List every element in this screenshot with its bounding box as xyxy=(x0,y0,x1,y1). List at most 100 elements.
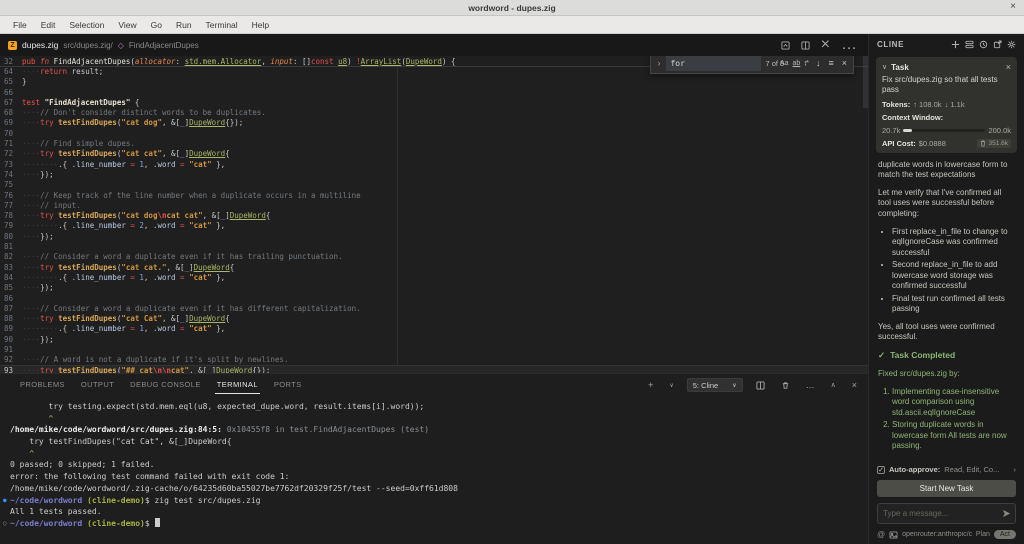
breadcrumb-symbol[interactable]: FindAdjacentDupes xyxy=(129,41,199,50)
cline-footer: ✓ Auto-approve: Read, Edit, Co... › Star… xyxy=(869,459,1024,544)
code-line[interactable]: 87 ····// Consider a word a duplicate eve… xyxy=(0,304,868,314)
breadcrumb-path[interactable]: src/dupes.zig/ xyxy=(63,41,112,50)
code-line[interactable]: 82 ····// Consider a word a duplicate eve… xyxy=(0,252,868,262)
code-line[interactable]: 77 ····// input. xyxy=(0,201,868,211)
menu-run[interactable]: Run xyxy=(169,18,199,32)
open-in-editor-icon[interactable] xyxy=(993,39,1002,49)
menu-help[interactable]: Help xyxy=(245,18,276,32)
code-line[interactable]: 85 ····}); xyxy=(0,283,868,293)
code-line[interactable]: 67 test "FindAdjacentDupes" { xyxy=(0,98,868,108)
find-input[interactable]: for xyxy=(666,56,762,71)
whole-word-icon[interactable]: ab xyxy=(793,60,801,67)
terminal-selector[interactable]: 5: Cline ∨ xyxy=(686,378,743,392)
code-line[interactable]: 88 ····try testFindDupes("cat Cat", &[_]D… xyxy=(0,314,868,324)
code-lines: 64 ····return result; 65} 66 67 test "FindAdj… xyxy=(0,67,868,373)
menu-edit[interactable]: Edit xyxy=(34,18,63,32)
task-collapse-icon[interactable]: ∨ xyxy=(882,63,887,71)
code-line[interactable]: 66 xyxy=(0,88,868,98)
auto-approve-value: Read, Edit, Co... xyxy=(944,465,1000,474)
editor-column: Z dupes.zig src/dupes.zig/ ◇ FindAdjacen… xyxy=(0,34,868,544)
close-editor-icon[interactable]: × xyxy=(818,36,833,54)
match-case-icon[interactable]: Aa xyxy=(780,60,789,67)
menu-go[interactable]: Go xyxy=(144,18,169,32)
terminal-output[interactable]: try testing.expect(std.mem.eql(u8, expec… xyxy=(0,396,868,544)
code-line[interactable]: 92 ····// A word is not a duplicate if it… xyxy=(0,355,868,365)
code-line[interactable]: 75 xyxy=(0,180,868,190)
chat-list: Implementing case-insensitive word compa… xyxy=(892,387,1015,452)
auto-approve-checkbox[interactable]: ✓ xyxy=(877,465,885,474)
add-image-icon[interactable] xyxy=(889,530,898,539)
auto-approve-row[interactable]: ✓ Auto-approve: Read, Edit, Co... › xyxy=(877,465,1016,474)
act-mode-toggle[interactable]: Act xyxy=(993,530,1016,539)
history-icon[interactable] xyxy=(979,40,988,49)
code-line[interactable]: 93 ····try testFindDupes("## cat\n\ncat",… xyxy=(0,364,868,373)
code-line[interactable]: 80 ····}); xyxy=(0,232,868,242)
kill-terminal-icon[interactable] xyxy=(778,381,793,390)
code-line[interactable]: 69 ····try testFindDupes("cat dog", &[_]D… xyxy=(0,118,868,128)
code-line[interactable]: 72 ····try testFindDupes("cat cat", &[_]D… xyxy=(0,149,868,159)
close-find-icon[interactable]: × xyxy=(840,58,849,68)
code-line[interactable]: 68 ····// Don't consider distinct words t… xyxy=(0,108,868,118)
code-line[interactable]: 74 ····}); xyxy=(0,170,868,180)
menu-view[interactable]: View xyxy=(111,18,143,32)
editor-scrollbar[interactable] xyxy=(863,56,868,108)
panel-tab-debug-console[interactable]: DEBUG CONSOLE xyxy=(128,376,203,394)
window-close-button[interactable]: × xyxy=(1010,1,1016,12)
menu-selection[interactable]: Selection xyxy=(62,18,111,32)
code-line[interactable]: 78 ····try testFindDupes("cat dog\ncat ca… xyxy=(0,211,868,221)
code-line[interactable]: 90 ····}); xyxy=(0,335,868,345)
code-line[interactable]: 70 xyxy=(0,129,868,139)
context-progress-bar xyxy=(903,128,986,132)
code-line[interactable]: 65} xyxy=(0,77,868,87)
close-task-icon[interactable]: × xyxy=(1006,62,1011,72)
regex-icon[interactable]: .* xyxy=(804,60,809,67)
settings-gear-icon[interactable] xyxy=(1007,40,1016,49)
send-message-icon[interactable] xyxy=(1002,509,1011,518)
open-changes-icon[interactable] xyxy=(778,40,793,50)
code-editor[interactable]: 32 pub fn FindAdjacentDupes(allocator: s… xyxy=(0,56,868,373)
next-match-icon[interactable]: ↓ xyxy=(814,58,823,68)
more-actions-icon[interactable]: … xyxy=(838,36,860,54)
find-in-selection-icon[interactable]: ≡ xyxy=(826,58,835,68)
message-input[interactable] xyxy=(877,503,1016,524)
code-line[interactable]: 76 ····// Keep track of the line number w… xyxy=(0,191,868,201)
code-line[interactable]: 81 xyxy=(0,242,868,252)
panel-tab-ports[interactable]: PORTS xyxy=(272,376,304,394)
code-line[interactable]: 91 xyxy=(0,345,868,355)
api-cost-label: API Cost: xyxy=(882,138,916,148)
new-task-icon[interactable] xyxy=(951,40,960,49)
terminal-profile-chevron-icon[interactable]: ∨ xyxy=(666,382,676,389)
close-panel-icon[interactable]: × xyxy=(849,380,860,390)
menu-terminal[interactable]: Terminal xyxy=(199,18,245,32)
tab-dupes-zig[interactable]: dupes.zig xyxy=(22,40,58,50)
panel-tab-terminal[interactable]: TERMINAL xyxy=(214,376,260,394)
split-terminal-icon[interactable] xyxy=(753,380,768,390)
start-new-task-button[interactable]: Start New Task xyxy=(877,480,1016,497)
code-line[interactable]: 79 ········.{ .line_number = 2, .word = "… xyxy=(0,221,868,231)
panel-tab-problems[interactable]: PROBLEMS xyxy=(18,376,67,394)
model-selector[interactable]: openrouter:anthropic/cl... xyxy=(902,531,972,538)
mention-icon[interactable]: @ xyxy=(877,530,885,539)
panel-more-icon[interactable]: … xyxy=(803,380,818,390)
plan-mode-toggle[interactable]: Plan xyxy=(976,531,990,538)
code-line[interactable]: 73 ········.{ .line_number = 1, .word = "… xyxy=(0,160,868,170)
new-terminal-icon[interactable]: + xyxy=(645,380,656,390)
code-line[interactable]: 83 ····try testFindDupes("cat cat.", &[_]… xyxy=(0,263,868,273)
delete-task-button[interactable]: 351.6k xyxy=(977,138,1011,148)
code-line[interactable]: 86 xyxy=(0,294,868,304)
code-line[interactable]: 71 ····// Find simple dupes. xyxy=(0,139,868,149)
symbol-method-icon: ◇ xyxy=(117,40,124,50)
chat-list: First replace_in_file to change to eqlIg… xyxy=(892,227,1015,315)
auto-approve-expand-icon[interactable]: › xyxy=(1014,465,1017,474)
cline-title: CLINE xyxy=(877,39,904,49)
maximize-panel-icon[interactable]: ∧ xyxy=(828,381,839,389)
code-line[interactable]: 84 ········.{ .line_number = 1, .word = "… xyxy=(0,273,868,283)
panel-tab-output[interactable]: OUTPUT xyxy=(79,376,116,394)
mcp-servers-icon[interactable] xyxy=(965,40,974,49)
context-used: 20.7k xyxy=(882,125,901,135)
toggle-replace-icon[interactable]: › xyxy=(655,58,662,68)
split-editor-icon[interactable] xyxy=(798,40,813,50)
menu-file[interactable]: File xyxy=(6,18,34,32)
menu-bar: File Edit Selection View Go Run Terminal Help xyxy=(0,16,1024,34)
code-line[interactable]: 89 ········.{ .line_number = 1, .word = "… xyxy=(0,324,868,334)
